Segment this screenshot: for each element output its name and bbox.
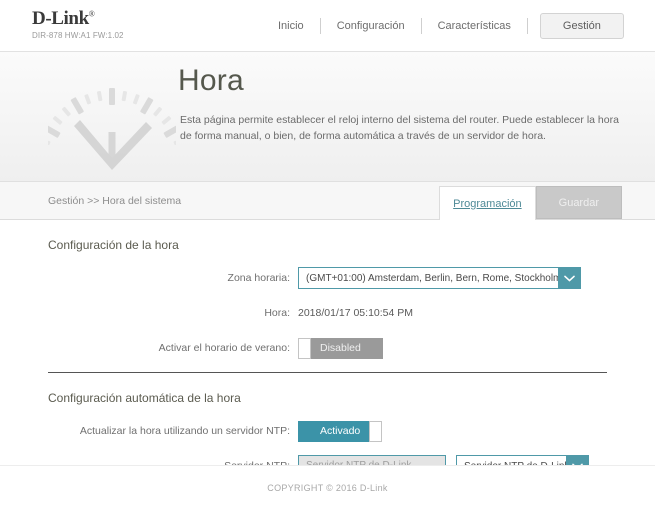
nav-item-configuracion[interactable]: Configuración	[321, 12, 421, 40]
nav-item-inicio[interactable]: Inicio	[262, 12, 320, 40]
page-content: Configuración de la hora Zona horaria: (…	[0, 220, 655, 477]
schedule-tab-link[interactable]: Programación	[439, 186, 536, 220]
timezone-select[interactable]: (GMT+01:00) Amsterdam, Berlin, Bern, Rom…	[298, 267, 581, 289]
daylight-saving-label: Activar el horario de verano:	[158, 342, 290, 354]
page-description: Esta página permite establecer el reloj …	[180, 114, 619, 142]
timezone-field: (GMT+01:00) Amsterdam, Berlin, Bern, Rom…	[298, 267, 607, 289]
save-button[interactable]: Guardar	[535, 186, 622, 219]
current-time-field: 2018/01/17 05:10:54 PM	[298, 307, 607, 319]
row-daylight-saving: Activar el horario de verano: Disabled	[48, 337, 607, 359]
router-admin-page: D-Link® DIR-878 HW:A1 FW:1.02 Inicio Con…	[0, 0, 655, 509]
row-timezone: Zona horaria: (GMT+01:00) Amsterdam, Ber…	[48, 267, 607, 289]
breadcrumb: Gestión >> Hora del sistema	[48, 195, 182, 207]
toggle-knob	[369, 420, 383, 442]
row-current-time: Hora: 2018/01/17 05:10:54 PM	[48, 302, 607, 324]
ntp-enable-field: Activado	[298, 420, 607, 442]
breadcrumb-actions: Programación Guardar	[439, 182, 622, 220]
brand-name: D-Link®	[32, 9, 124, 28]
top-navigation-bar: D-Link® DIR-878 HW:A1 FW:1.02 Inicio Con…	[0, 0, 655, 52]
ntp-enable-label: Actualizar la hora utilizando un servido…	[79, 425, 290, 437]
copyright-text: COPYRIGHT © 2016 D-Link	[267, 482, 388, 493]
page-hero: Hora Esta página permite establecer el r…	[0, 52, 655, 182]
section-title-auto-time: Configuración automática de la hora	[48, 391, 241, 405]
page-footer: COPYRIGHT © 2016 D-Link	[0, 465, 655, 509]
timezone-select-value: (GMT+01:00) Amsterdam, Berlin, Bern, Rom…	[306, 272, 558, 284]
row-ntp-enable: Actualizar la hora utilizando un servido…	[48, 420, 607, 442]
nav-separator	[526, 18, 528, 34]
section-title-time-settings: Configuración de la hora	[48, 238, 179, 252]
toggle-knob	[298, 337, 311, 359]
nav-item-gestion[interactable]: Gestión	[539, 13, 624, 39]
daylight-saving-field: Disabled	[298, 337, 607, 359]
ntp-enable-toggle-state: Activado	[320, 425, 361, 437]
ntp-enable-toggle[interactable]: Activado	[298, 420, 383, 442]
brand-name-text: D-Link	[32, 8, 89, 29]
trademark-icon: ®	[88, 9, 95, 19]
device-model-label: DIR-878 HW:A1 FW:1.02	[32, 31, 124, 40]
current-time-label: Hora:	[264, 307, 290, 319]
breadcrumb-bar: Gestión >> Hora del sistema Programación…	[0, 182, 655, 220]
daylight-saving-toggle[interactable]: Disabled	[298, 337, 383, 359]
current-time-value: 2018/01/17 05:10:54 PM	[298, 307, 414, 319]
main-navigation: Inicio Configuración Características Ges…	[262, 12, 624, 40]
daylight-saving-toggle-state: Disabled	[320, 342, 361, 354]
clock-icon	[48, 88, 176, 170]
page-title: Hora	[178, 64, 244, 97]
timezone-label: Zona horaria:	[227, 272, 290, 284]
nav-item-caracteristicas[interactable]: Características	[422, 12, 527, 40]
brand-logo: D-Link® DIR-878 HW:A1 FW:1.02	[32, 9, 124, 40]
chevron-down-icon[interactable]	[558, 268, 580, 288]
